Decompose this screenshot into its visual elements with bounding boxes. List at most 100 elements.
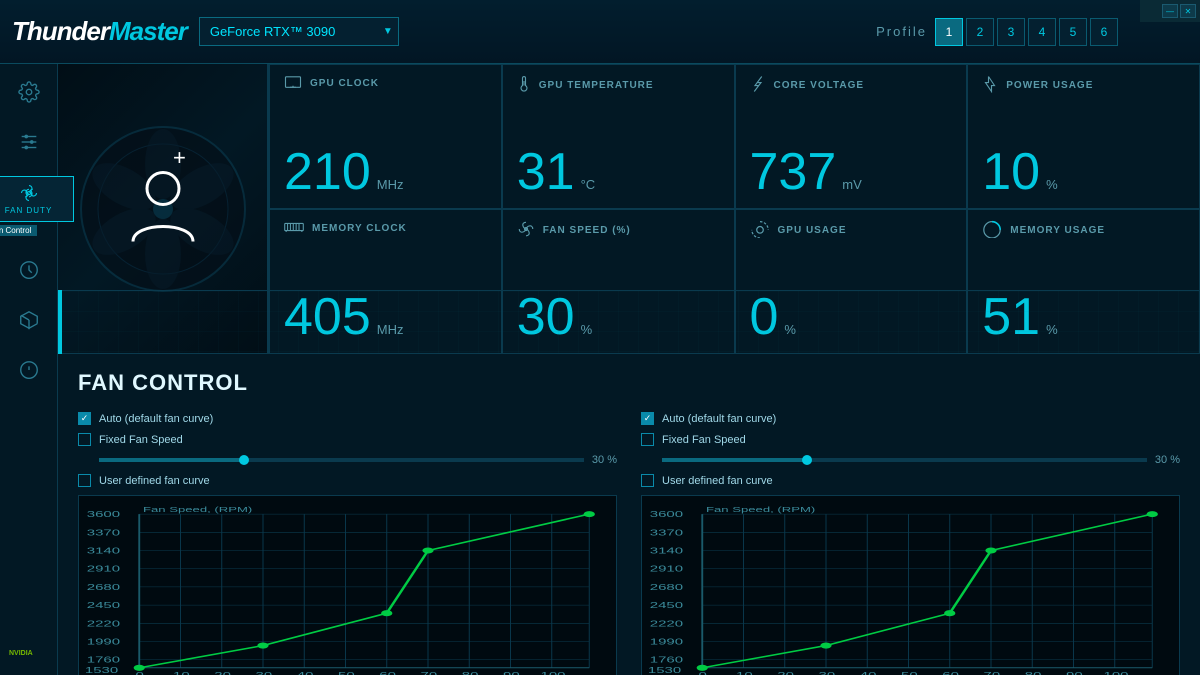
fan-duty-item[interactable]: FAN DUTY Fan Control — [0, 176, 74, 222]
profile-button-2[interactable]: 2 — [966, 18, 994, 46]
core-voltage-value: 737 — [750, 146, 837, 198]
power-usage-value: 10 — [982, 146, 1040, 198]
svg-text:1530: 1530 — [85, 665, 119, 674]
fan-fixed-checkbox-2[interactable] — [641, 433, 654, 446]
fan-user-label-2: User defined fan curve — [662, 475, 773, 487]
svg-text:2450: 2450 — [650, 601, 684, 610]
sidebar-item-3d[interactable] — [6, 300, 52, 346]
history-icon — [18, 259, 40, 287]
svg-text:2220: 2220 — [87, 619, 121, 628]
fan-option-user-2: User defined fan curve — [641, 474, 1180, 487]
fan-user-checkbox-1[interactable] — [78, 474, 91, 487]
gpu-temp-label: GPU TEMPERATURE — [539, 80, 654, 91]
sidebar-item-history[interactable] — [6, 250, 52, 296]
fan-user-checkbox-2[interactable] — [641, 474, 654, 487]
gpu-select-input[interactable]: GeForce RTX™ 3090 — [199, 17, 399, 46]
svg-text:80: 80 — [462, 671, 479, 675]
svg-text:2910: 2910 — [650, 564, 684, 573]
svg-text:3370: 3370 — [87, 528, 121, 537]
fan-icon — [20, 184, 38, 204]
sliders-icon — [18, 131, 40, 159]
nvidia-logo: NVIDIA — [6, 637, 52, 667]
stat-card-core-voltage: CORE VOLTAGE 737 mV — [735, 64, 968, 209]
sidebar-item-tuning[interactable] — [6, 122, 52, 168]
svg-text:1530: 1530 — [648, 665, 682, 674]
fan-option-fixed-2: Fixed Fan Speed — [641, 433, 1180, 446]
svg-text:1990: 1990 — [650, 637, 684, 646]
fan-slider-track-2 — [662, 458, 807, 462]
fan-speed-icon — [517, 220, 535, 241]
svg-text:Fan Speed, (RPM): Fan Speed, (RPM) — [143, 506, 252, 514]
accent-line — [58, 290, 62, 354]
fan-slider-1[interactable] — [99, 458, 584, 462]
svg-text:40: 40 — [297, 671, 314, 675]
core-voltage-value-row: 737 mV — [750, 146, 953, 198]
logo-master: Master — [109, 16, 187, 46]
stat-header-gpu-clock: GPU CLOCK — [284, 75, 487, 92]
fan-chart-2: 3600 3370 3140 2910 2680 2450 2220 1990 … — [641, 495, 1180, 675]
svg-text:100: 100 — [541, 671, 566, 675]
fan-duty-button[interactable]: FAN DUTY — [0, 176, 74, 222]
gpu-selector[interactable]: GeForce RTX™ 3090 ▼ — [199, 17, 399, 46]
stat-header-gpu-usage: GPU USAGE — [750, 220, 953, 241]
fan-fixed-checkbox-1[interactable] — [78, 433, 91, 446]
profile-button-5[interactable]: 5 — [1059, 18, 1087, 46]
stat-header-gpu-temp: GPU TEMPERATURE — [517, 75, 720, 96]
fan-slider-2[interactable] — [662, 458, 1147, 462]
stat-card-power-usage: POWER USAGE 10 % — [967, 64, 1200, 209]
power-icon — [982, 75, 998, 96]
power-usage-label: POWER USAGE — [1006, 80, 1093, 91]
fan-auto-checkbox-1[interactable] — [78, 412, 91, 425]
gpu-usage-label: GPU USAGE — [778, 225, 847, 236]
svg-text:70: 70 — [984, 671, 1001, 675]
fan-option-user-1: User defined fan curve — [78, 474, 617, 487]
svg-text:80: 80 — [1025, 671, 1042, 675]
svg-text:3140: 3140 — [87, 546, 121, 555]
gear-icon — [18, 81, 40, 109]
svg-text:1990: 1990 — [87, 637, 121, 646]
sidebar-item-info[interactable] — [6, 350, 52, 396]
core-voltage-unit: mV — [842, 177, 862, 192]
app-logo: ThunderMaster — [12, 16, 187, 47]
svg-text:10: 10 — [736, 671, 753, 675]
svg-text:90: 90 — [503, 671, 520, 675]
svg-text:2220: 2220 — [650, 619, 684, 628]
profile-button-6[interactable]: 6 — [1090, 18, 1118, 46]
fan-panels: Auto (default fan curve) Fixed Fan Speed… — [78, 412, 1180, 675]
gpu-temp-value: 31 — [517, 146, 575, 198]
minimize-button[interactable]: — — [1162, 4, 1178, 18]
stat-header-core-voltage: CORE VOLTAGE — [750, 75, 953, 96]
cube-icon — [18, 309, 40, 337]
fan-speed-label: FAN SPEED (%) — [543, 225, 631, 236]
fan-slider-row-2: 30 % — [641, 454, 1180, 466]
stat-header-power-usage: POWER USAGE — [982, 75, 1185, 96]
svg-text:20: 20 — [214, 671, 231, 675]
fan-auto-checkbox-2[interactable] — [641, 412, 654, 425]
profile-button-1[interactable]: 1 — [935, 18, 963, 46]
gpu-clock-unit: MHz — [377, 177, 404, 192]
svg-text:1760: 1760 — [650, 655, 684, 664]
svg-text:3600: 3600 — [87, 510, 121, 519]
profile-button-3[interactable]: 3 — [997, 18, 1025, 46]
fan-slider-track-1 — [99, 458, 244, 462]
stat-header-mem-usage: MEMORY USAGE — [982, 220, 1185, 241]
fan-slider-value-1: 30 % — [592, 454, 617, 466]
fan-panel-2: Auto (default fan curve) Fixed Fan Speed… — [641, 412, 1180, 675]
stat-card-gpu-temp: GPU TEMPERATURE 31 °C — [502, 64, 735, 209]
profile-buttons: 1 2 3 4 5 6 — [935, 18, 1118, 46]
fan-fixed-label-1: Fixed Fan Speed — [99, 434, 183, 446]
gpu-clock-icon — [284, 75, 302, 92]
mem-usage-icon — [982, 220, 1002, 241]
svg-text:1760: 1760 — [87, 655, 121, 664]
fan-chart-svg-1: 3600 3370 3140 2910 2680 2450 2220 1990 … — [83, 504, 608, 675]
sidebar-item-settings[interactable] — [6, 72, 52, 118]
profile-button-4[interactable]: 4 — [1028, 18, 1056, 46]
svg-text:50: 50 — [338, 671, 355, 675]
fan-slider-value-2: 30 % — [1155, 454, 1180, 466]
svg-text:0: 0 — [136, 671, 145, 675]
gpu-clock-value: 210 — [284, 146, 371, 198]
svg-text:2680: 2680 — [650, 583, 684, 592]
close-button[interactable]: ✕ — [1180, 4, 1196, 18]
svg-text:40: 40 — [860, 671, 877, 675]
fan-control-content: FAN CONTROL Auto (default fan curve) Fix… — [58, 354, 1200, 675]
